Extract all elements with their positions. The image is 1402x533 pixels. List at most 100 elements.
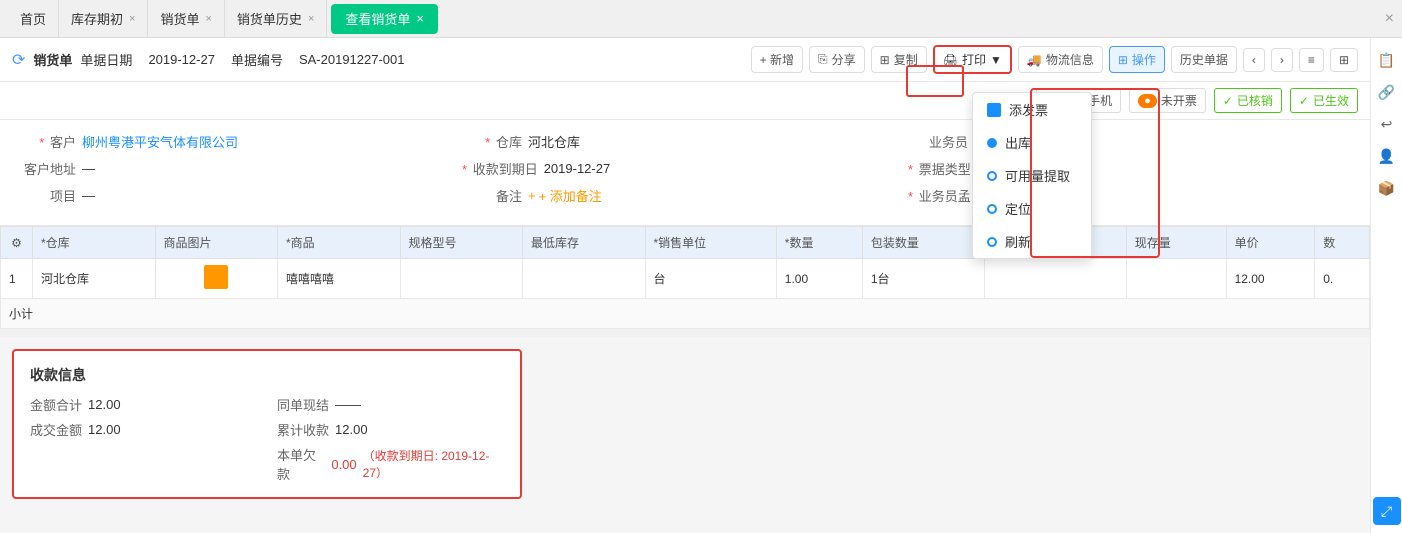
dropdown-refresh[interactable]: 刷新 [973,225,1091,258]
tab-inventory[interactable]: 库存期初 × [59,0,148,37]
window-close-btn[interactable]: × [1385,10,1394,28]
product-table: ⚙ *仓库 商品图片 *商品 规格型号 最低库存 *销售单位 *数量 包装数量 … [0,226,1370,337]
cell-warehouse: 河北仓库 [33,259,156,299]
customer-value[interactable]: 柳州粤港平安气体有限公司 [82,132,238,151]
new-button[interactable]: + 新增 [751,46,803,73]
add-note-btn[interactable]: + + 添加备注 [528,186,602,205]
available-extract-label: 可用量提取 [1005,166,1070,185]
sidebar-refresh-icon[interactable]: ↩ [1373,110,1401,138]
col-min-stock: 最低库存 [523,227,646,259]
cell-available [985,259,1126,299]
transaction-label: 成交金额 [30,420,82,439]
same-order-row: 同单现结 —— [277,395,504,414]
due-value: 0.00 [331,457,356,472]
due-label: 本单欠款 [277,445,325,483]
tab-sales-close[interactable]: × [205,13,211,25]
col-pkg-qty: 包装数量 [862,227,985,259]
operations-button[interactable]: ⊞ 操作 [1109,46,1165,73]
due-note: （收款到期日: 2019-12-27） [363,447,504,481]
share-button[interactable]: ⎘ 分享 [809,46,865,73]
customer-field: * 客户 柳州粤港平安气体有限公司 [16,132,462,151]
payment-date-field: * 收款到期日 2019-12-27 [462,159,908,178]
dropdown-locate[interactable]: 定位 [973,192,1091,225]
print-button[interactable]: 🖨 打印 ▼ [933,45,1012,74]
not-opened-button[interactable]: ● 未开票 [1129,88,1206,113]
logistics-button[interactable]: 🚚 物流信息 [1018,46,1103,73]
checked-button[interactable]: ✓ 已核销 [1214,88,1282,113]
check-icon: ✓ [1223,94,1233,108]
bottom-area: 收款信息 金额合计 12.00 同单现结 —— 成交金额 12.00 [0,337,1370,511]
sidebar-expand-icon[interactable]: ⤢ [1373,497,1401,525]
doc-title: ⟳ 销货单 [12,50,72,70]
action-row: 📱 来自手机 ● 未开票 ✓ 已核销 ✓ 已生效 [0,82,1370,120]
project-field: 项目 — [16,186,462,205]
layout1-button[interactable]: ≡ [1299,48,1324,72]
col-unit: *销售单位 [645,227,776,259]
sidebar-clipboard-icon[interactable]: 📋 [1373,46,1401,74]
form-row-3: 项目 — 备注 + + 添加备注 * 业务员孟 — [16,186,1354,205]
cell-extra: 0. [1315,259,1370,299]
tab-inventory-close[interactable]: × [129,13,135,25]
cell-qty: 1.00 [776,259,862,299]
share-icon: ⎘ [818,52,828,67]
form-row-2: 客户地址 — * 收款到期日 2019-12-27 * 票据类型 不开票 [16,159,1354,178]
copy-button[interactable]: ⊞ 复制 [871,46,927,73]
doc-icon: ⟳ [12,50,25,70]
sidebar-package-icon[interactable]: 📦 [1373,174,1401,202]
sidebar-user-icon[interactable]: 👤 [1373,142,1401,170]
tab-history-close[interactable]: × [308,13,314,25]
history-button[interactable]: 历史单据 [1171,46,1237,73]
tab-view-sales[interactable]: 查看销货单 × [331,4,438,34]
warehouse-value: 河北仓库 [528,132,580,151]
table-row: 1 河北仓库 嘻嘻嘻嘻 台 1.00 1台 12.00 [1,259,1370,299]
add-invoice-label: 添发票 [1009,100,1048,119]
next-button[interactable]: › [1271,48,1293,72]
not-opened-badge: ● [1138,94,1157,108]
payment-info-title: 收款信息 [30,365,504,385]
plus-icon: + [528,188,536,203]
cumulative-value: 12.00 [335,422,368,437]
right-sidebar: 📋 🔗 ↩ 👤 📦 ⤢ [1370,38,1402,533]
operations-dropdown: 添发票 出库 可用量提取 定位 刷新 [972,92,1092,259]
cell-pkg-qty: 1台 [862,259,985,299]
grid-icon: ⊞ [1118,53,1128,67]
tab-view-sales-close[interactable]: × [416,11,424,26]
col-settings[interactable]: ⚙ [1,227,33,259]
cell-spec [400,259,523,299]
horizontal-scrollbar[interactable] [0,329,1370,337]
tab-bar: 首页 库存期初 × 销货单 × 销货单历史 × 查看销货单 × × [0,0,1402,38]
same-order-label: 同单现结 [277,395,329,414]
tab-history[interactable]: 销货单历史 × [225,0,327,37]
tab-history-label: 销货单历史 [237,9,302,28]
tab-view-sales-label: 查看销货单 [345,9,410,28]
dropdown-outbound[interactable]: 出库 [973,126,1091,159]
copy-icon: ⊞ [880,53,890,67]
layout2-button[interactable]: ⊞ [1330,48,1358,72]
cell-no: 1 [1,259,33,299]
note-field: 备注 + + 添加备注 [462,186,908,205]
tab-home[interactable]: 首页 [8,0,59,37]
subtotal-label: 小计 [1,299,1370,329]
dropdown-available-extract[interactable]: 可用量提取 [973,159,1091,192]
cumulative-label: 累计收款 [277,420,329,439]
prev-button[interactable]: ‹ [1243,48,1265,72]
refresh-label: 刷新 [1005,232,1031,251]
col-warehouse: *仓库 [33,227,156,259]
col-stock: 现存量 [1126,227,1226,259]
payment-date-value: 2019-12-27 [544,161,611,176]
available-dot-icon [987,171,997,181]
dropdown-add-invoice[interactable]: 添发票 [973,93,1091,126]
date-label: 单据日期 [80,50,132,69]
subtotal-row: 小计 [1,299,1370,329]
cell-unit: 台 [645,259,776,299]
total-row: 金额合计 12.00 [30,395,257,414]
sidebar-link-icon[interactable]: 🔗 [1373,78,1401,106]
form-row-1: * 客户 柳州粤港平安气体有限公司 * 仓库 河北仓库 业务员 [16,132,1354,151]
activated-button[interactable]: ✓ 已生效 [1290,88,1358,113]
number-value: SA-20191227-001 [299,52,405,67]
print-dropdown-icon: ▼ [990,53,1002,67]
tab-sales[interactable]: 销货单 × [148,0,224,37]
cell-price: 12.00 [1226,259,1315,299]
total-label: 金额合计 [30,395,82,414]
cell-product: 嘻嘻嘻嘻 [278,259,401,299]
